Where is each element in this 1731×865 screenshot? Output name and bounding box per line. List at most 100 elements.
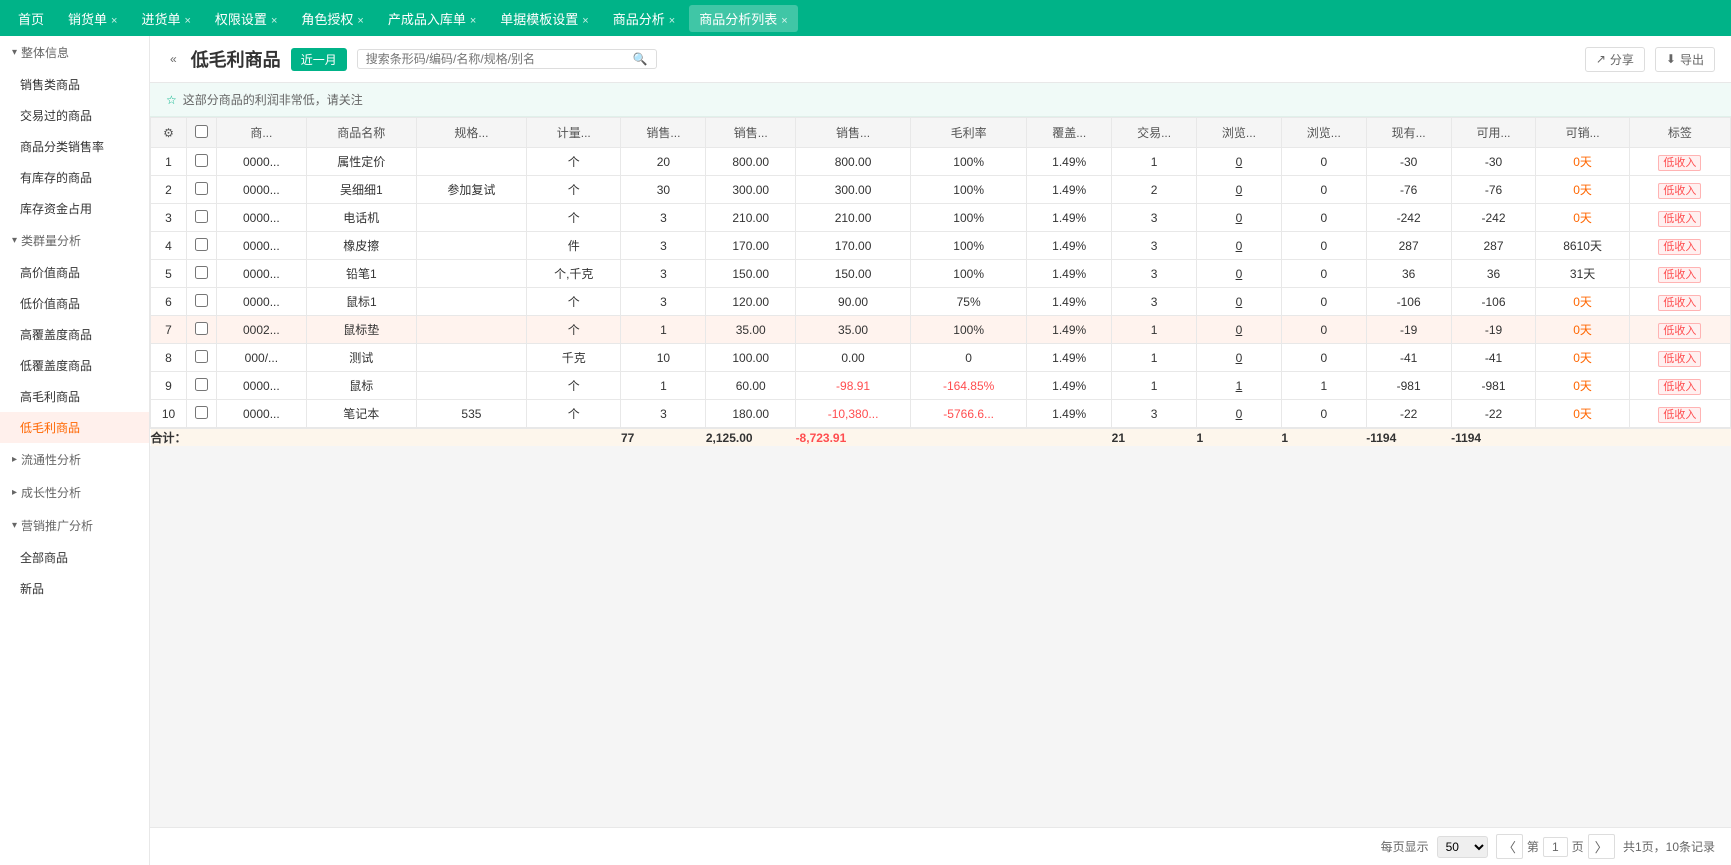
- nav-purchase-close[interactable]: ×: [184, 15, 190, 27]
- row-spec: [416, 344, 526, 372]
- nav-product-entry-close[interactable]: ×: [470, 15, 476, 27]
- row-checkbox[interactable]: [195, 154, 208, 167]
- table-body: 1 0000... 属性定价 个 20 800.00 800.00 100% 1…: [151, 148, 1731, 429]
- sidebar-group-growth[interactable]: ▸ 成长性分析: [0, 476, 149, 509]
- row-checkbox[interactable]: [195, 266, 208, 279]
- row-code: 0000...: [217, 372, 307, 400]
- export-btn[interactable]: ⬇ 导出: [1655, 47, 1715, 72]
- row-coverage: 1.49%: [1027, 204, 1112, 232]
- nav-sales-close[interactable]: ×: [111, 15, 117, 27]
- nav-sales[interactable]: 销货单×: [58, 5, 127, 32]
- sidebar-item-all-goods[interactable]: 全部商品: [0, 542, 149, 573]
- nav-purchase[interactable]: 进货单×: [131, 5, 200, 32]
- row-check[interactable]: [187, 400, 217, 429]
- row-check[interactable]: [187, 148, 217, 176]
- row-browse1[interactable]: 0: [1197, 400, 1282, 429]
- row-sale-qty: 3: [621, 204, 706, 232]
- row-sale-price: 150.00: [706, 260, 796, 288]
- row-browse1[interactable]: 0: [1197, 148, 1282, 176]
- row-browse1[interactable]: 0: [1197, 344, 1282, 372]
- row-check[interactable]: [187, 232, 217, 260]
- sidebar-item-low-value[interactable]: 低价值商品: [0, 288, 149, 319]
- per-page-label: 每页显示: [1381, 838, 1429, 855]
- row-coverage: 1.49%: [1027, 260, 1112, 288]
- sidebar-item-category-sales-rate[interactable]: 商品分类销售率: [0, 131, 149, 162]
- row-check[interactable]: [187, 316, 217, 344]
- row-checkbox[interactable]: [195, 406, 208, 419]
- row-checkbox[interactable]: [195, 322, 208, 335]
- row-checkbox[interactable]: [195, 294, 208, 307]
- nav-goods-analysis-close[interactable]: ×: [669, 15, 675, 27]
- sidebar-group-overview[interactable]: ▾ 整体信息: [0, 36, 149, 69]
- search-input[interactable]: [366, 52, 633, 66]
- nav-goods-list-close[interactable]: ×: [781, 15, 787, 27]
- row-trade-count: 3: [1112, 232, 1197, 260]
- sidebar-item-traded-goods[interactable]: 交易过的商品: [0, 100, 149, 131]
- row-coverage: 1.49%: [1027, 176, 1112, 204]
- nav-template-close[interactable]: ×: [582, 15, 588, 27]
- col-header-settings[interactable]: ⚙: [151, 118, 187, 148]
- share-btn[interactable]: ↗ 分享: [1585, 47, 1645, 72]
- nav-role-close[interactable]: ×: [357, 15, 363, 27]
- row-check[interactable]: [187, 288, 217, 316]
- row-check[interactable]: [187, 176, 217, 204]
- row-checkbox[interactable]: [195, 210, 208, 223]
- row-check[interactable]: [187, 344, 217, 372]
- row-checkbox[interactable]: [195, 182, 208, 195]
- row-browse1[interactable]: 1: [1197, 372, 1282, 400]
- row-checkbox[interactable]: [195, 378, 208, 391]
- nav-goods-analysis[interactable]: 商品分析×: [603, 5, 685, 32]
- nav-template[interactable]: 单据模板设置×: [490, 5, 598, 32]
- sidebar-group-cluster[interactable]: ▾ 类群量分析: [0, 224, 149, 257]
- row-browse1[interactable]: 0: [1197, 316, 1282, 344]
- row-checkbox[interactable]: [195, 350, 208, 363]
- sidebar-item-stock-capital[interactable]: 库存资金占用: [0, 193, 149, 224]
- row-gross-rate: -5766.6...: [911, 400, 1027, 429]
- row-browse1[interactable]: 0: [1197, 204, 1282, 232]
- row-sale-amount: 150.00: [796, 260, 911, 288]
- row-browse2: 0: [1281, 148, 1366, 176]
- nav-goods-analysis-list[interactable]: 商品分析列表×: [689, 5, 797, 32]
- row-unit: 个: [527, 316, 621, 344]
- sidebar-item-low-margin[interactable]: 低毛利商品: [0, 412, 149, 443]
- sidebar-item-low-coverage[interactable]: 低覆盖度商品: [0, 350, 149, 381]
- sidebar-item-high-coverage[interactable]: 高覆盖度商品: [0, 319, 149, 350]
- row-browse1[interactable]: 0: [1197, 176, 1282, 204]
- row-unit: 件: [527, 232, 621, 260]
- select-all-checkbox[interactable]: [195, 125, 208, 138]
- nav-permission-close[interactable]: ×: [271, 15, 277, 27]
- row-sale-price: 800.00: [706, 148, 796, 176]
- row-check[interactable]: [187, 372, 217, 400]
- nav-permission[interactable]: 权限设置×: [205, 5, 287, 32]
- sidebar-group-marketing[interactable]: ▾ 营销推广分析: [0, 509, 149, 542]
- per-page-select[interactable]: 50 100 200: [1437, 836, 1488, 858]
- main-layout: ▾ 整体信息 销售类商品 交易过的商品 商品分类销售率 有库存的商品 库存资金占…: [0, 36, 1731, 865]
- row-browse1[interactable]: 0: [1197, 232, 1282, 260]
- row-checkbox[interactable]: [195, 238, 208, 251]
- row-browse1[interactable]: 0: [1197, 260, 1282, 288]
- row-check[interactable]: [187, 204, 217, 232]
- nav-home[interactable]: 首页: [8, 5, 54, 32]
- search-icon[interactable]: 🔍: [633, 52, 648, 66]
- row-browse1[interactable]: 0: [1197, 288, 1282, 316]
- nav-product-entry[interactable]: 产成品入库单×: [378, 5, 486, 32]
- row-gross-rate: 75%: [911, 288, 1027, 316]
- row-no: 2: [151, 176, 187, 204]
- next-page-btn[interactable]: 〉: [1588, 834, 1615, 859]
- sidebar-collapse-btn[interactable]: «: [166, 48, 181, 70]
- sidebar-item-new-goods[interactable]: 新品: [0, 573, 149, 604]
- sidebar-item-sales-goods[interactable]: 销售类商品: [0, 69, 149, 100]
- nav-role[interactable]: 角色授权×: [291, 5, 373, 32]
- row-coverage: 1.49%: [1027, 344, 1112, 372]
- row-check[interactable]: [187, 260, 217, 288]
- col-header-check[interactable]: [187, 118, 217, 148]
- page-number[interactable]: 1: [1543, 837, 1568, 857]
- row-unit: 千克: [527, 344, 621, 372]
- filter-recent-month-btn[interactable]: 近一月: [291, 48, 347, 71]
- prev-page-btn[interactable]: 〈: [1496, 834, 1523, 859]
- sidebar-group-liquidity[interactable]: ▸ 流通性分析: [0, 443, 149, 476]
- sidebar-item-stocked-goods[interactable]: 有库存的商品: [0, 162, 149, 193]
- sidebar-item-high-value[interactable]: 高价值商品: [0, 257, 149, 288]
- sidebar-item-high-margin[interactable]: 高毛利商品: [0, 381, 149, 412]
- notice-icon: ☆: [166, 93, 177, 107]
